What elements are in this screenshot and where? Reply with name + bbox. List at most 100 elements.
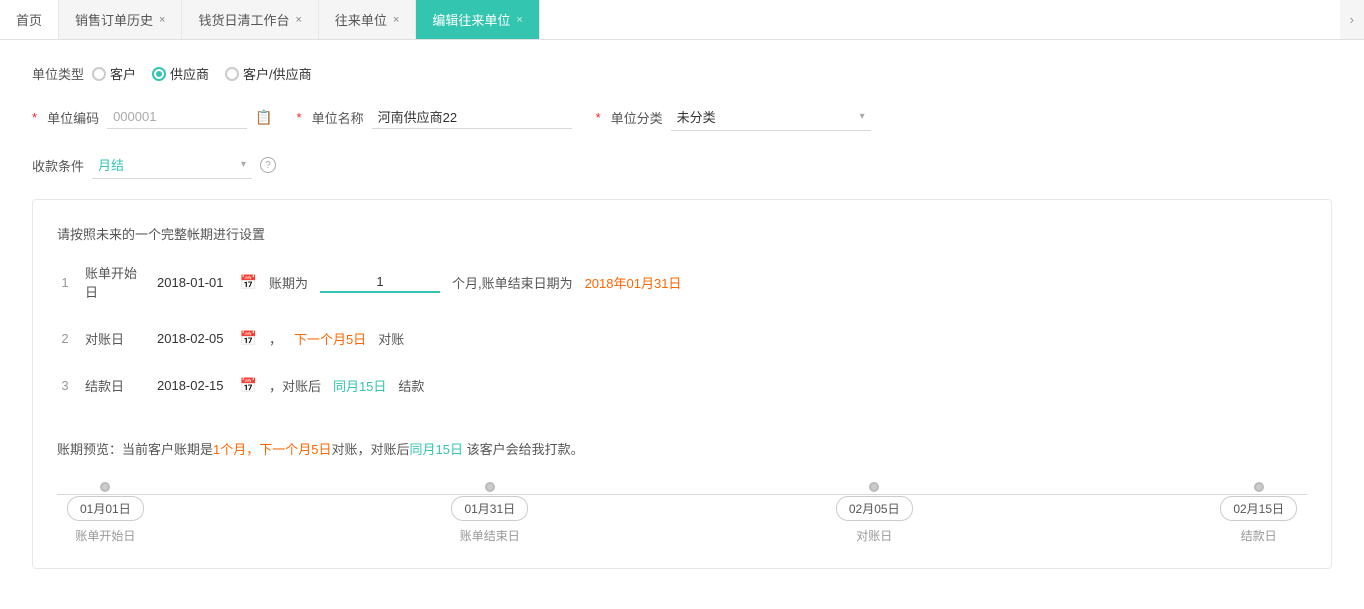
calendar-icon-1[interactable]: 📅 <box>240 274 257 291</box>
radio-supplier-label: 供应商 <box>170 64 209 83</box>
unit-code-group: * 单位编码 📋 <box>32 105 273 129</box>
row-label-2: 对账日 <box>85 329 145 348</box>
tab-edit-partner-close[interactable]: × <box>516 14 522 26</box>
row2-prefix: ， <box>269 329 282 348</box>
payment-row: 收款条件 月结 ▾ ? <box>32 151 1332 179</box>
tab-partner-close[interactable]: × <box>393 14 399 26</box>
unit-classify-label: 单位分类 <box>611 108 663 127</box>
row1-highlight: 2018年01月31日 <box>585 273 682 292</box>
radio-supplier[interactable]: 供应商 <box>152 64 209 83</box>
setting-row-3: 3 结款日 2018-02-15 📅 ，对账后 同月15日 结款 <box>57 376 1307 395</box>
classify-required-star: * <box>596 110 601 125</box>
classify-dropdown-value: 未分类 <box>677 107 854 126</box>
radio-both-label: 客户/供应商 <box>243 64 312 83</box>
tl-sub-3: 结款日 <box>1241 527 1277 544</box>
payment-help-icon[interactable]: ? <box>260 157 276 173</box>
unit-name-input[interactable] <box>372 105 572 129</box>
tl-dot-3 <box>1254 482 1264 492</box>
tab-more-arrow[interactable]: › <box>1340 0 1364 39</box>
preview-text: 账期预览：当前客户账期是1个月，下一个月5日对账，对账后同月15日 该客户会给我… <box>57 439 1307 458</box>
card-title: 请按照未来的一个完整帐期进行设置 <box>57 224 1307 243</box>
tl-sub-0: 账单开始日 <box>75 527 135 544</box>
tab-cash-work[interactable]: 钱货日清工作台 × <box>182 0 318 39</box>
unit-code-label: 单位编码 <box>47 108 99 127</box>
radio-both[interactable]: 客户/供应商 <box>225 64 312 83</box>
setting-row-1: 1 账单开始日 2018-01-01 📅 账期为 个月,账单结束日期为 2018… <box>57 263 1307 301</box>
tl-badge-2: 02月05日 <box>836 496 913 521</box>
code-required-star: * <box>32 110 37 125</box>
tab-partner[interactable]: 往来单位 × <box>319 0 416 39</box>
tl-badge-3: 02月15日 <box>1220 496 1297 521</box>
preview-end: 该客户会给我打款。 <box>467 442 584 457</box>
calendar-icon-3[interactable]: 📅 <box>240 377 257 394</box>
date-value-3: 2018-02-15 <box>157 378 224 393</box>
settings-card: 请按照未来的一个完整帐期进行设置 1 账单开始日 2018-01-01 📅 账期… <box>32 199 1332 569</box>
radio-customer-label: 客户 <box>110 64 136 83</box>
row2-highlight: 下一个月5日 <box>294 329 366 348</box>
preview-mid: 对账，对账后 <box>331 442 409 457</box>
name-required-star: * <box>297 110 302 125</box>
row-num-2: 2 <box>57 331 73 346</box>
tab-bar: 首页 销售订单历史 × 钱货日清工作台 × 往来单位 × 编辑往来单位 × › <box>0 0 1364 40</box>
tab-sales-history-label: 销售订单历史 <box>75 10 153 29</box>
classify-chevron-icon: ▾ <box>860 111 865 122</box>
radio-group: 客户 供应商 客户/供应商 <box>92 64 312 83</box>
tab-sales-history-close[interactable]: × <box>159 14 165 26</box>
tab-cash-work-close[interactable]: × <box>295 14 301 26</box>
row-num-3: 3 <box>57 378 73 393</box>
unit-name-label: 单位名称 <box>312 108 364 127</box>
date-value-2: 2018-02-05 <box>157 331 224 346</box>
row-label-1: 账单开始日 <box>85 263 145 301</box>
timeline-wrapper: 01月01日 账单开始日 01月31日 账单结束日 <box>57 482 1307 544</box>
payment-label: 收款条件 <box>32 156 84 175</box>
row1-mid: 账期为 <box>269 273 308 292</box>
preview-part1: 1个月， <box>213 442 259 457</box>
tl-badge-1: 01月31日 <box>451 496 528 521</box>
unit-type-group: 单位类型 客户 供应商 客户/供应商 <box>32 64 312 83</box>
row3-suffix: 结款 <box>398 376 424 395</box>
tl-item-0: 01月01日 账单开始日 <box>67 482 144 544</box>
tab-edit-partner-label: 编辑往来单位 <box>432 10 510 29</box>
classify-dropdown[interactable]: 未分类 ▾ <box>671 103 871 131</box>
tl-dot-2 <box>869 482 879 492</box>
preview-part3: 同月15日 <box>410 442 463 457</box>
unit-type-label: 单位类型 <box>32 64 84 83</box>
row1-suffix: 个月,账单结束日期为 <box>452 273 573 292</box>
payment-dropdown[interactable]: 月结 ▾ <box>92 151 252 179</box>
preview-part2: 下一个月5日 <box>259 442 331 457</box>
payment-chevron-icon: ▾ <box>241 159 246 170</box>
row-label-3: 结款日 <box>85 376 145 395</box>
unit-info-row: * 单位编码 📋 * 单位名称 * 单位分类 未分类 ▾ <box>32 103 1332 131</box>
row-num-1: 1 <box>57 275 73 290</box>
tab-home-label: 首页 <box>16 10 42 29</box>
tl-sub-2: 对账日 <box>856 527 892 544</box>
preview-section: 账期预览：当前客户账期是1个月，下一个月5日对账，对账后同月15日 该客户会给我… <box>57 423 1307 544</box>
period-input[interactable] <box>320 272 440 293</box>
preview-label: 账期预览：当前客户账期是 <box>57 442 213 457</box>
tl-sub-1: 账单结束日 <box>460 527 520 544</box>
radio-customer[interactable]: 客户 <box>92 64 136 83</box>
tab-sales-history[interactable]: 销售订单历史 × <box>59 0 182 39</box>
unit-code-input[interactable] <box>107 105 247 129</box>
tl-item-2: 02月05日 对账日 <box>836 482 913 544</box>
tl-badge-0: 01月01日 <box>67 496 144 521</box>
tl-dot-1 <box>485 482 495 492</box>
date-value-1: 2018-01-01 <box>157 275 224 290</box>
radio-supplier-circle <box>152 67 166 81</box>
radio-customer-circle <box>92 67 106 81</box>
tab-partner-label: 往来单位 <box>335 10 387 29</box>
tab-edit-partner[interactable]: 编辑往来单位 × <box>416 0 539 39</box>
row3-prefix: ，对账后 <box>269 376 321 395</box>
radio-both-circle <box>225 67 239 81</box>
tl-item-1: 01月31日 账单结束日 <box>451 482 528 544</box>
code-copy-icon[interactable]: 📋 <box>255 109 272 126</box>
tab-cash-work-label: 钱货日清工作台 <box>198 10 289 29</box>
row3-highlight: 同月15日 <box>333 376 386 395</box>
tab-home[interactable]: 首页 <box>0 0 59 39</box>
timeline-items: 01月01日 账单开始日 01月31日 账单结束日 <box>67 482 1297 544</box>
unit-name-group: * 单位名称 <box>297 105 572 129</box>
setting-row-2: 2 对账日 2018-02-05 📅 ， 下一个月5日 对账 <box>57 329 1307 348</box>
calendar-icon-2[interactable]: 📅 <box>240 330 257 347</box>
main-content: 单位类型 客户 供应商 客户/供应商 * 单位编码 <box>0 40 1364 609</box>
payment-dropdown-value: 月结 <box>98 155 235 174</box>
